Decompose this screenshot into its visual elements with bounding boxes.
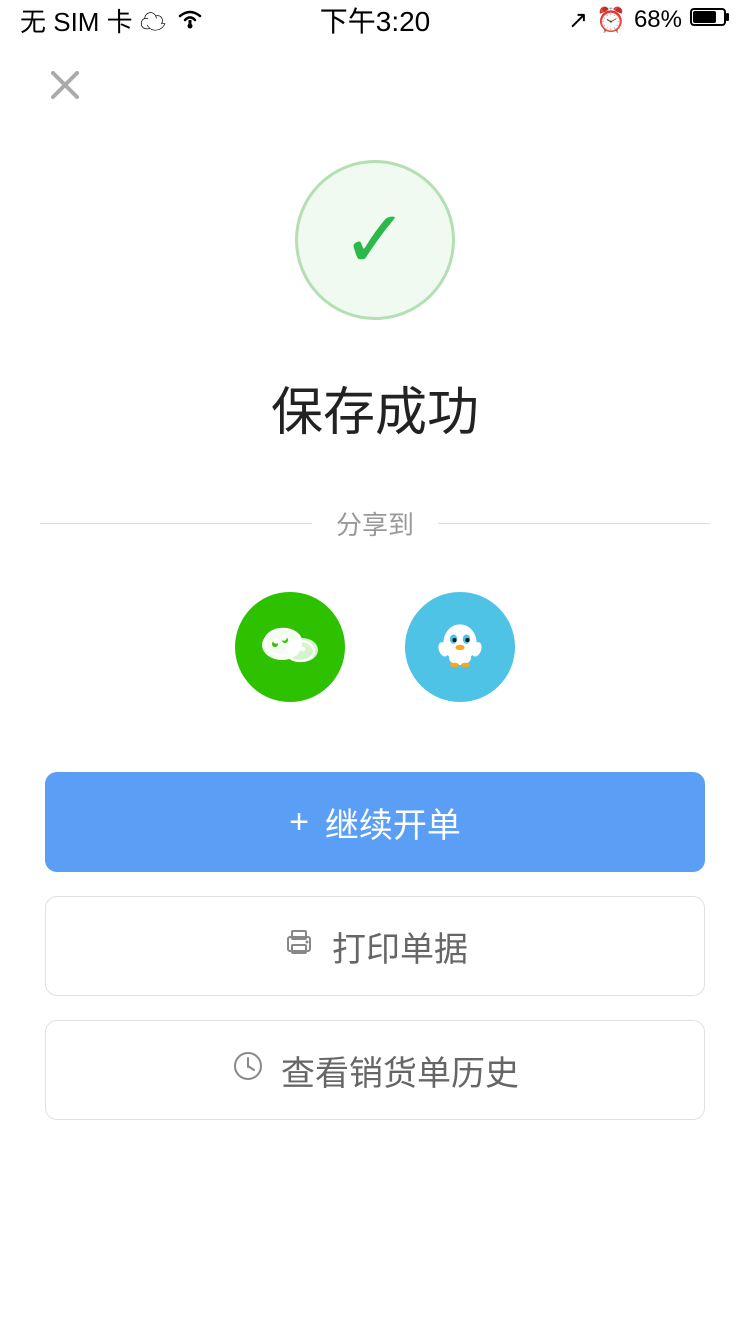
continue-label: 继续开单 [325, 798, 461, 847]
status-time: 下午3:20 [320, 0, 431, 40]
history-button[interactable]: 查看销货单历史 [45, 1020, 705, 1120]
divider-line-right [438, 523, 710, 524]
wifi-icon [176, 5, 204, 36]
battery-label: 68% [634, 6, 682, 34]
alarm-icon: ⏰ [596, 6, 626, 35]
main-content: ✓ 保存成功 分享到 [0, 40, 750, 1334]
checkmark-icon: ✓ [341, 200, 408, 280]
status-left: 无 SIM 卡 ☁ [20, 2, 204, 39]
actions-container: + 继续开单 打印单据 [45, 772, 705, 1120]
clock-icon [231, 1049, 265, 1092]
print-button[interactable]: 打印单据 [45, 896, 705, 996]
continue-button[interactable]: + 继续开单 [45, 772, 705, 872]
divider-line-left [40, 523, 312, 524]
close-button[interactable] [40, 60, 90, 110]
plus-icon: + [289, 803, 309, 842]
share-icons-container [235, 592, 515, 702]
no-sim-label: 无 SIM 卡 ☁ [20, 2, 166, 39]
print-icon [282, 925, 316, 968]
location-icon: ↗ [568, 6, 588, 35]
success-title: 保存成功 [271, 370, 479, 445]
share-label: 分享到 [312, 505, 438, 542]
status-bar: 无 SIM 卡 ☁ 下午3:20 ↗ ⏰ 68% [0, 0, 750, 40]
share-divider: 分享到 [0, 505, 750, 542]
battery-icon [690, 6, 730, 35]
status-right: ↗ ⏰ 68% [568, 6, 730, 35]
qq-share-button[interactable] [405, 592, 515, 702]
wechat-share-button[interactable] [235, 592, 345, 702]
success-icon-container: ✓ [295, 160, 455, 320]
print-label: 打印单据 [332, 922, 468, 971]
history-label: 查看销货单历史 [281, 1046, 519, 1095]
